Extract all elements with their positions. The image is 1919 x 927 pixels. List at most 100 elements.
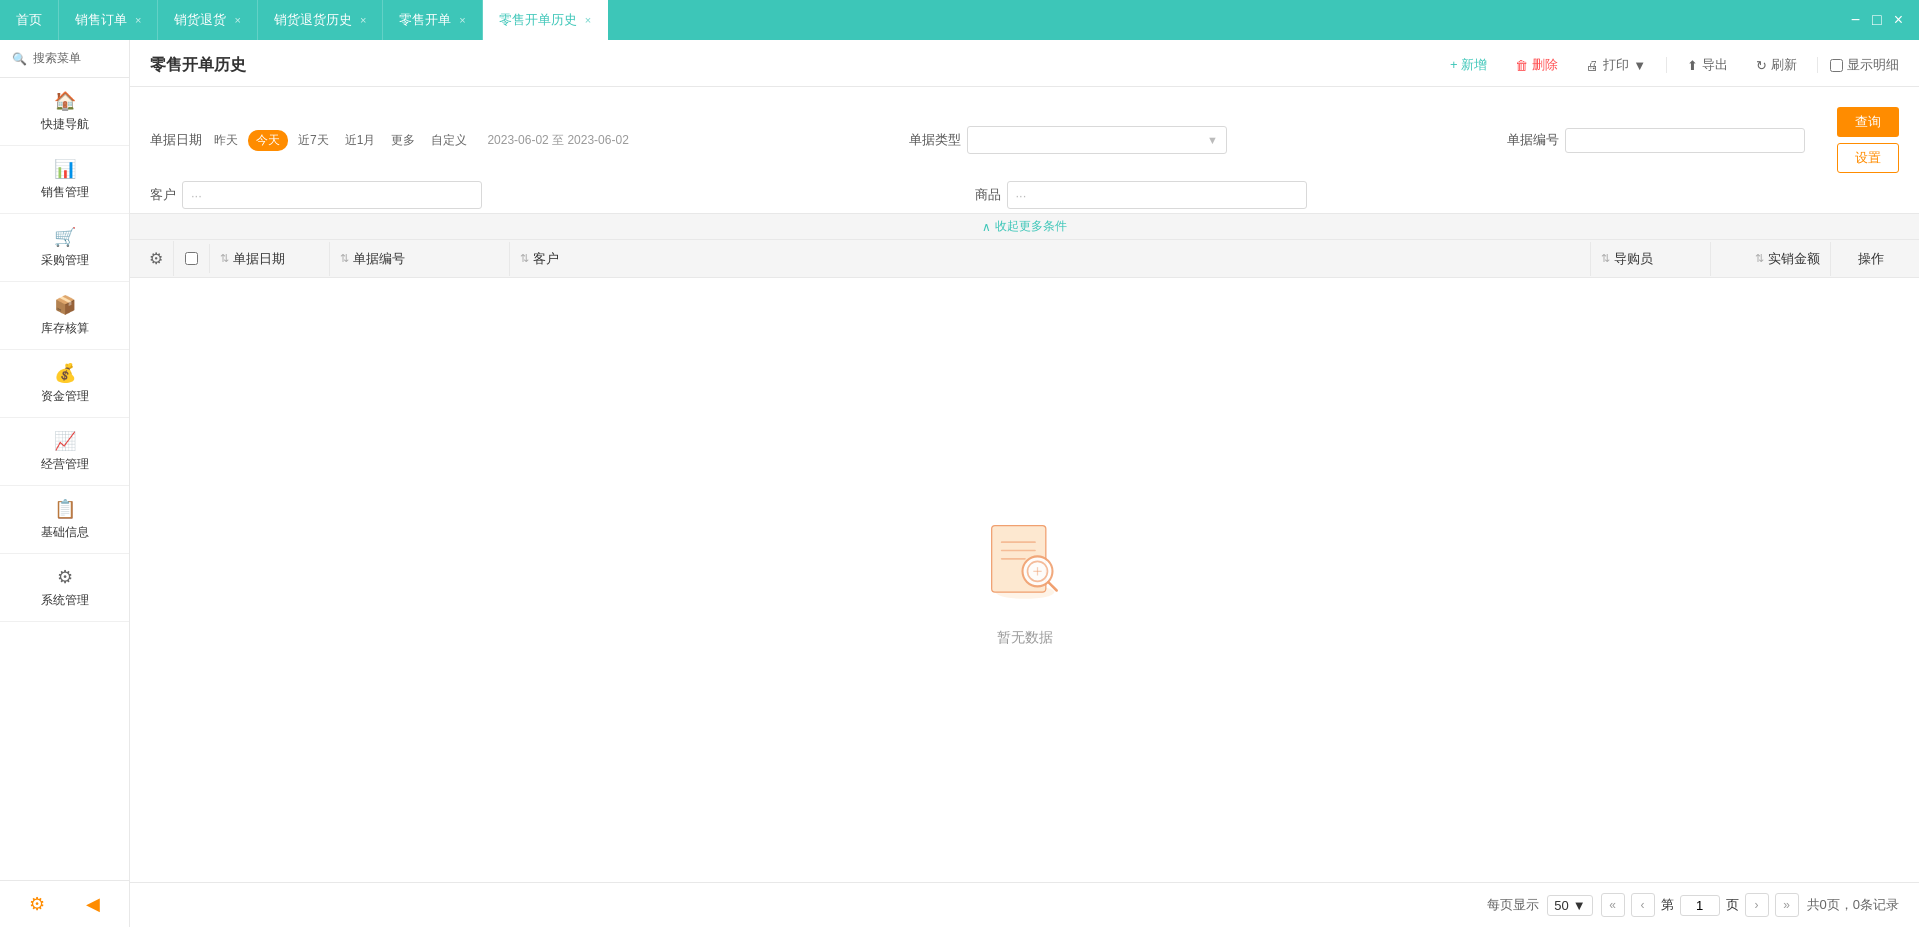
toolbar-divider-1 bbox=[1666, 57, 1667, 73]
sidebar-icon-ops-mgmt: 📈 bbox=[54, 430, 76, 452]
sidebar-item-sales-mgmt[interactable]: 📊 销售管理 bbox=[0, 146, 129, 214]
th-salesperson: ⇅ 导购员 bbox=[1591, 242, 1711, 276]
th-amount-label: 实销金额 bbox=[1768, 250, 1820, 268]
sidebar-search-label: 搜索菜单 bbox=[33, 50, 81, 67]
refresh-button[interactable]: ↻ 刷新 bbox=[1748, 52, 1805, 78]
sidebar-label-finance: 资金管理 bbox=[41, 388, 89, 405]
sidebar-icon-sales-mgmt: 📊 bbox=[54, 158, 76, 180]
sort-icon-date[interactable]: ⇅ bbox=[220, 252, 229, 265]
date-opt-custom[interactable]: 自定义 bbox=[425, 130, 473, 151]
goods-label: 商品 bbox=[975, 186, 1001, 204]
last-page-btn[interactable]: » bbox=[1775, 893, 1799, 917]
print-icon: 🖨 bbox=[1586, 58, 1599, 73]
filter-row-2: 客户 ··· 商品 ··· bbox=[150, 181, 1899, 209]
sort-icon-amount[interactable]: ⇅ bbox=[1755, 252, 1764, 265]
first-page-btn[interactable]: « bbox=[1601, 893, 1625, 917]
date-opt-last1m[interactable]: 近1月 bbox=[339, 130, 382, 151]
sidebar-label-sales-mgmt: 销售管理 bbox=[41, 184, 89, 201]
sidebar-item-sys-mgmt[interactable]: ⚙ 系统管理 bbox=[0, 554, 129, 622]
per-page-select[interactable]: 50 ▼ bbox=[1547, 895, 1592, 916]
sidebar-item-finance[interactable]: 💰 资金管理 bbox=[0, 350, 129, 418]
show-detail-input[interactable] bbox=[1830, 59, 1843, 72]
export-button[interactable]: ⬆ 导出 bbox=[1679, 52, 1736, 78]
sort-icon-salesperson[interactable]: ⇅ bbox=[1601, 252, 1610, 265]
tab-retail-open-history[interactable]: 零售开单历史 × bbox=[483, 0, 608, 40]
sort-icon-number[interactable]: ⇅ bbox=[340, 252, 349, 265]
date-opt-more[interactable]: 更多 bbox=[385, 130, 421, 151]
tab-close-retail-open-history[interactable]: × bbox=[585, 14, 591, 26]
settings-bottom-icon[interactable]: ⚙ bbox=[29, 893, 45, 915]
sort-icon-customer[interactable]: ⇅ bbox=[520, 252, 529, 265]
goods-dots: ··· bbox=[1016, 188, 1027, 203]
tab-sales-order[interactable]: 销售订单× bbox=[59, 0, 158, 40]
sidebar-icon-purchase-mgmt: 🛒 bbox=[54, 226, 76, 248]
sidebar: 🔍 搜索菜单 🏠 快捷导航 📊 销售管理 🛒 采购管理 📦 库存核算 💰 资金管… bbox=[0, 40, 130, 927]
tab-close-sales-order[interactable]: × bbox=[135, 14, 141, 26]
collapse-up-icon: ∧ bbox=[982, 220, 991, 234]
tab-close-retail-open[interactable]: × bbox=[459, 14, 465, 26]
sidebar-label-ops-mgmt: 经营管理 bbox=[41, 456, 89, 473]
print-button[interactable]: 🖨 打印 ▼ bbox=[1578, 52, 1654, 78]
total-info: 共0页，0条记录 bbox=[1807, 896, 1899, 914]
maximize-btn[interactable]: □ bbox=[1872, 11, 1882, 29]
add-button[interactable]: + 新增 bbox=[1442, 52, 1495, 78]
type-filter: 单据类型 ▼ bbox=[909, 126, 1227, 154]
sidebar-item-purchase-mgmt[interactable]: 🛒 采购管理 bbox=[0, 214, 129, 282]
tab-sales-return-history[interactable]: 销货退货历史× bbox=[258, 0, 383, 40]
show-detail-checkbox[interactable]: 显示明细 bbox=[1830, 56, 1899, 74]
sidebar-search[interactable]: 🔍 搜索菜单 bbox=[0, 40, 129, 78]
delete-button[interactable]: 🗑 🗑 删除 删除 bbox=[1507, 52, 1566, 78]
collapse-sidebar-icon[interactable]: ◀ bbox=[86, 893, 100, 915]
date-opt-yesterday[interactable]: 昨天 bbox=[208, 130, 244, 151]
tab-retail-open[interactable]: 零售开单× bbox=[383, 0, 482, 40]
minimize-btn[interactable]: − bbox=[1851, 11, 1860, 29]
th-date-label: 单据日期 bbox=[233, 250, 285, 268]
sidebar-label-base-info: 基础信息 bbox=[41, 524, 89, 541]
delete-icon: 🗑 bbox=[1515, 58, 1528, 73]
toolbar-divider-2 bbox=[1817, 57, 1818, 73]
page-title: 零售开单历史 bbox=[150, 55, 246, 76]
tab-label-sales-return: 销货退货 bbox=[174, 11, 226, 29]
customer-filter: 客户 ··· bbox=[150, 181, 482, 209]
prev-page-btn[interactable]: ‹ bbox=[1631, 893, 1655, 917]
customer-input[interactable]: ··· bbox=[182, 181, 482, 209]
date-options: 昨天 今天 近7天 近1月 更多 自定义 bbox=[208, 130, 473, 151]
close-btn[interactable]: × bbox=[1894, 11, 1903, 29]
date-opt-today[interactable]: 今天 bbox=[248, 130, 288, 151]
per-page-label: 每页显示 bbox=[1487, 896, 1539, 914]
number-input[interactable] bbox=[1565, 128, 1805, 153]
set-button[interactable]: 设置 bbox=[1837, 143, 1899, 173]
content-area: 零售开单历史 + 新增 🗑 🗑 删除 删除 🖨 打印 ▼ bbox=[130, 40, 1919, 927]
query-button[interactable]: 查询 bbox=[1837, 107, 1899, 137]
tab-label-retail-open-history: 零售开单历史 bbox=[499, 11, 577, 29]
empty-text: 暂无数据 bbox=[997, 629, 1053, 647]
column-settings-icon[interactable]: ⚙ bbox=[148, 249, 163, 268]
page-label: 第 bbox=[1661, 896, 1674, 914]
tab-close-sales-return[interactable]: × bbox=[234, 14, 240, 26]
sidebar-item-base-info[interactable]: 📋 基础信息 bbox=[0, 486, 129, 554]
th-date: ⇅ 单据日期 bbox=[210, 242, 330, 276]
goods-input[interactable]: ··· bbox=[1007, 181, 1307, 209]
sidebar-item-inventory[interactable]: 📦 库存核算 bbox=[0, 282, 129, 350]
page-input[interactable] bbox=[1680, 895, 1720, 916]
th-settings[interactable]: ⚙ bbox=[138, 241, 174, 276]
select-all-checkbox[interactable] bbox=[185, 252, 198, 265]
sidebar-item-quick-nav[interactable]: 🏠 快捷导航 bbox=[0, 78, 129, 146]
type-select[interactable]: ▼ bbox=[967, 126, 1227, 154]
collapse-bar[interactable]: ∧ 收起更多条件 bbox=[130, 213, 1919, 240]
sidebar-item-ops-mgmt[interactable]: 📈 经营管理 bbox=[0, 418, 129, 486]
filter-section: 零售开单历史 + 新增 🗑 🗑 删除 删除 🖨 打印 ▼ bbox=[130, 40, 1919, 240]
tab-close-sales-return-history[interactable]: × bbox=[360, 14, 366, 26]
tab-home[interactable]: 首页 bbox=[0, 0, 59, 40]
table-area: ⚙ ⇅ 单据日期 ⇅ 单据编号 ⇅ 客户 bbox=[130, 240, 1919, 882]
type-arrow-icon: ▼ bbox=[1207, 134, 1218, 146]
date-range: 2023-06-02 至 2023-06-02 bbox=[487, 132, 628, 149]
next-page-btn[interactable]: › bbox=[1745, 893, 1769, 917]
tab-sales-return[interactable]: 销货退货 × bbox=[158, 0, 257, 40]
window-controls: − □ × bbox=[1835, 11, 1919, 29]
date-opt-last7[interactable]: 近7天 bbox=[292, 130, 335, 151]
top-nav: 首页销售订单×销货退货×销货退货历史×零售开单×零售开单历史× − □ × bbox=[0, 0, 1919, 40]
number-label: 单据编号 bbox=[1507, 131, 1559, 149]
tab-list: 首页销售订单×销货退货×销货退货历史×零售开单×零售开单历史× bbox=[0, 0, 1835, 40]
main-layout: 🔍 搜索菜单 🏠 快捷导航 📊 销售管理 🛒 采购管理 📦 库存核算 💰 资金管… bbox=[0, 40, 1919, 927]
